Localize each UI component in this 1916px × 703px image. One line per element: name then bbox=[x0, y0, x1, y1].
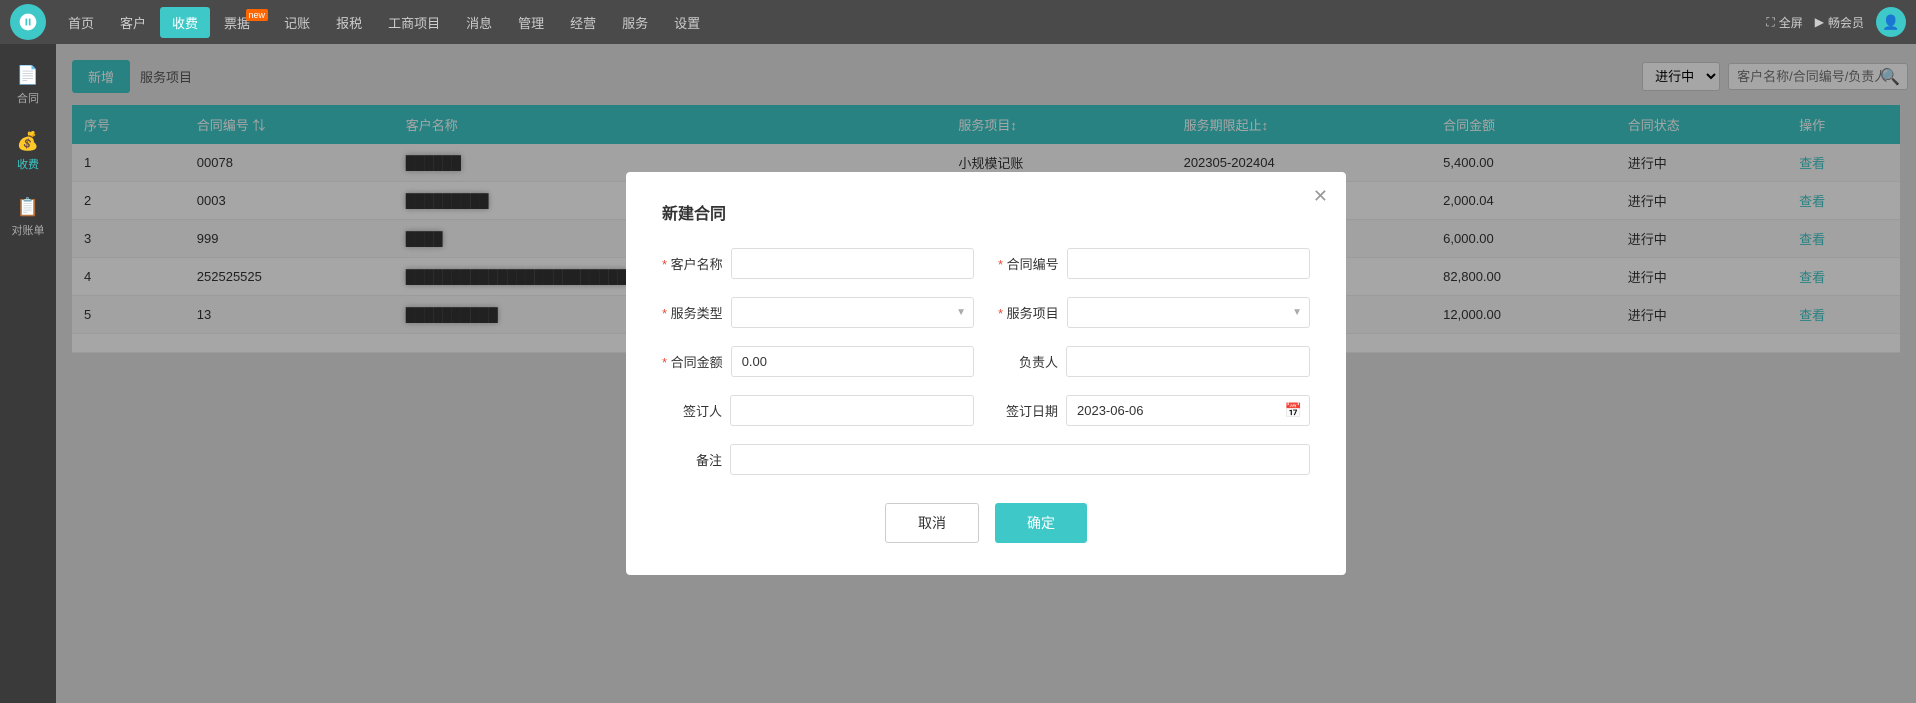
nav-operation[interactable]: 经营 bbox=[558, 7, 608, 38]
contract-icon: 📄 bbox=[17, 64, 39, 86]
sign-date-wrap: 📅 bbox=[1066, 395, 1310, 426]
nav-right: ⛶ 全屏 ▶ 畅会员 👤 bbox=[1766, 7, 1906, 37]
modal-overlay: ✕ 新建合同 客户名称 合同编号 服务类型 bbox=[56, 44, 1916, 703]
form-row-1: 客户名称 合同编号 bbox=[662, 248, 1310, 279]
play-icon: ▶ bbox=[1815, 15, 1824, 29]
nav-bookkeep[interactable]: 记账 bbox=[272, 7, 322, 38]
form-group-contract-no: 合同编号 bbox=[998, 248, 1310, 279]
form-row-4: 签订人 签订日期 📅 bbox=[662, 395, 1310, 426]
main-layout: 📄 合同 💰 收费 📋 对账单 新增 服务项目 进行中 🔍 bbox=[0, 44, 1916, 703]
form-group-responsible: 负责人 bbox=[998, 346, 1310, 377]
content-area: 新增 服务项目 进行中 🔍 序号 合同编号 ⇅ bbox=[56, 44, 1916, 703]
modal-footer: 取消 确定 bbox=[662, 503, 1310, 543]
statement-icon: 📋 bbox=[17, 196, 39, 218]
service-type-label: 服务类型 bbox=[662, 303, 723, 322]
new-contract-modal: ✕ 新建合同 客户名称 合同编号 服务类型 bbox=[626, 172, 1346, 575]
amount-input[interactable] bbox=[731, 346, 974, 377]
nav-client[interactable]: 客户 bbox=[108, 7, 158, 38]
charge-icon: 💰 bbox=[17, 130, 39, 152]
nav-manage[interactable]: 管理 bbox=[506, 7, 556, 38]
signer-label: 签订人 bbox=[662, 401, 722, 420]
nav-items: 首页 客户 收费 票据 new 记账 报税 工商项目 消息 管理 经营 服务 设… bbox=[56, 7, 1766, 38]
form-group-amount: 合同金额 bbox=[662, 346, 974, 377]
fullscreen-button[interactable]: ⛶ 全屏 bbox=[1766, 14, 1802, 31]
sign-date-input[interactable] bbox=[1066, 395, 1310, 426]
nav-charge[interactable]: 收费 bbox=[160, 7, 210, 38]
form-row-3: 合同金额 负责人 bbox=[662, 346, 1310, 377]
nav-commerce[interactable]: 工商项目 bbox=[376, 7, 452, 38]
sidebar-item-charge[interactable]: 💰 收费 bbox=[0, 120, 56, 182]
nav-home[interactable]: 首页 bbox=[56, 7, 106, 38]
top-navigation: 首页 客户 收费 票据 new 记账 报税 工商项目 消息 管理 经营 服务 设… bbox=[0, 0, 1916, 44]
nav-service[interactable]: 服务 bbox=[610, 7, 660, 38]
modal-close-button[interactable]: ✕ bbox=[1313, 186, 1328, 207]
note-input[interactable] bbox=[730, 444, 1310, 475]
service-item-select-wrap: ▼ bbox=[1067, 297, 1310, 328]
nav-bill[interactable]: 票据 new bbox=[212, 7, 270, 38]
client-name-input[interactable] bbox=[731, 248, 974, 279]
note-label: 备注 bbox=[662, 450, 722, 469]
amount-label: 合同金额 bbox=[662, 352, 723, 371]
new-badge: new bbox=[246, 9, 269, 21]
service-item-select[interactable] bbox=[1067, 297, 1310, 328]
form-group-signer: 签订人 bbox=[662, 395, 974, 426]
form-group-service-item: 服务项目 ▼ bbox=[998, 297, 1310, 328]
service-type-select-wrap: ▼ bbox=[731, 297, 974, 328]
member-button[interactable]: ▶ 畅会员 bbox=[1815, 14, 1864, 31]
modal-title: 新建合同 bbox=[662, 200, 1310, 224]
nav-settings[interactable]: 设置 bbox=[662, 7, 712, 38]
service-item-label: 服务项目 bbox=[998, 303, 1059, 322]
form-group-client: 客户名称 bbox=[662, 248, 974, 279]
nav-tax[interactable]: 报税 bbox=[324, 7, 374, 38]
contract-no-label: 合同编号 bbox=[998, 254, 1059, 273]
form-group-sign-date: 签订日期 📅 bbox=[998, 395, 1310, 426]
signer-input[interactable] bbox=[730, 395, 974, 426]
sidebar: 📄 合同 💰 收费 📋 对账单 bbox=[0, 44, 56, 703]
responsible-label: 负责人 bbox=[998, 352, 1058, 371]
form-row-2: 服务类型 ▼ 服务项目 ▼ bbox=[662, 297, 1310, 328]
client-name-label: 客户名称 bbox=[662, 254, 723, 273]
user-avatar[interactable]: 👤 bbox=[1876, 7, 1906, 37]
avatar-icon: 👤 bbox=[1882, 14, 1899, 31]
service-type-select[interactable] bbox=[731, 297, 974, 328]
form-group-note: 备注 bbox=[662, 444, 1310, 475]
cancel-button[interactable]: 取消 bbox=[885, 503, 979, 543]
sidebar-item-statement[interactable]: 📋 对账单 bbox=[0, 186, 56, 248]
form-row-5: 备注 bbox=[662, 444, 1310, 475]
app-logo bbox=[10, 4, 46, 40]
sign-date-label: 签订日期 bbox=[998, 401, 1058, 420]
form-group-service-type: 服务类型 ▼ bbox=[662, 297, 974, 328]
confirm-button[interactable]: 确定 bbox=[995, 503, 1087, 543]
sidebar-item-contract[interactable]: 📄 合同 bbox=[0, 54, 56, 116]
responsible-input[interactable] bbox=[1066, 346, 1310, 377]
contract-no-input[interactable] bbox=[1067, 248, 1310, 279]
nav-message[interactable]: 消息 bbox=[454, 7, 504, 38]
fullscreen-icon: ⛶ bbox=[1766, 15, 1774, 30]
